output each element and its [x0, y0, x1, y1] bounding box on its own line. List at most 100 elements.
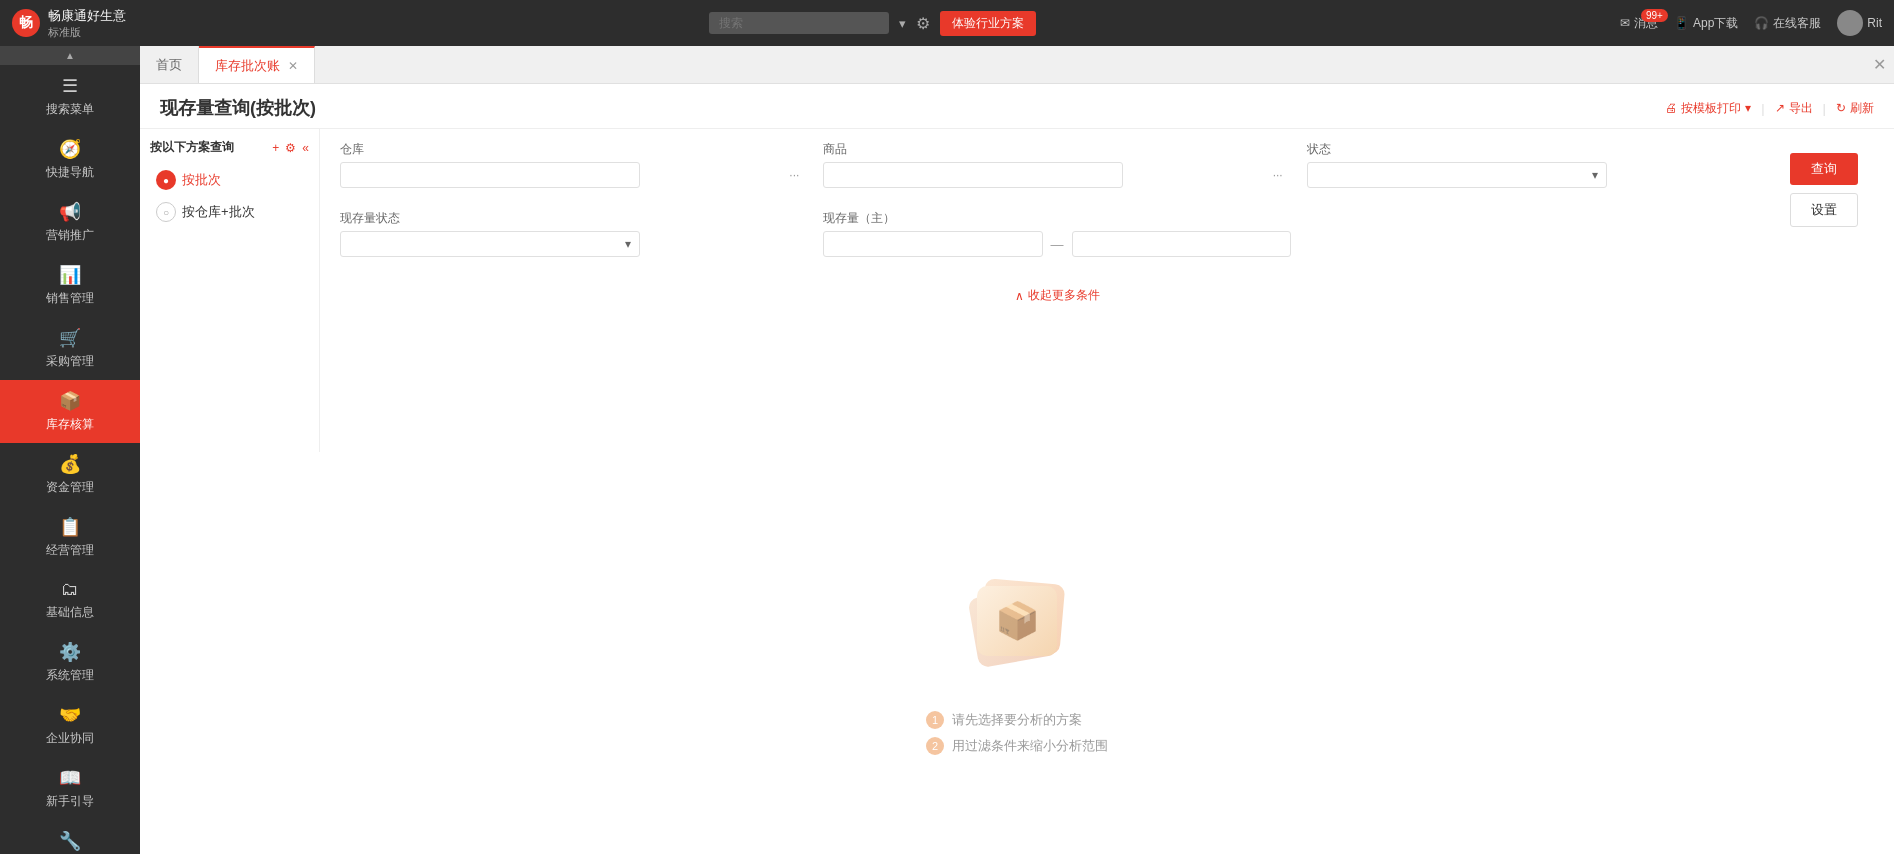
print-label: 按模板打印 — [1681, 100, 1741, 117]
warehouse-more-icon[interactable]: ··· — [789, 168, 799, 182]
export-label: 导出 — [1789, 100, 1813, 117]
sidebar-item-quick[interactable]: 🧭 快捷导航 — [0, 128, 140, 191]
scheme-item-batch[interactable]: ● 按批次 — [140, 164, 319, 196]
tip-text-2: 用过滤条件来缩小分析范围 — [952, 737, 1108, 755]
sidebar-item-marketing[interactable]: 📢 营销推广 — [0, 191, 140, 254]
refresh-button[interactable]: ↻ 刷新 — [1836, 100, 1874, 117]
avatar — [1837, 10, 1863, 36]
filter-group-inventory-qty: 现存量（主） — — [823, 210, 1290, 257]
user-profile-button[interactable]: Rit — [1837, 10, 1882, 36]
trial-button[interactable]: 体验行业方案 — [940, 11, 1036, 36]
sidebar-item-newbie[interactable]: 📖 新手引导 — [0, 757, 140, 820]
basic-icon: 🗂 — [61, 579, 79, 600]
print-button[interactable]: 🖨 按模板打印 ▾ — [1665, 100, 1751, 117]
inventory-qty-max[interactable] — [1072, 231, 1291, 257]
sidebar-label-quick: 快捷导航 — [46, 164, 94, 181]
scheme-item-warehouse-batch[interactable]: ○ 按仓库+批次 — [140, 196, 319, 228]
empty-tip-2: 2 用过滤条件来缩小分析范围 — [926, 737, 1108, 755]
sidebar-item-system[interactable]: ⚙️ 系统管理 — [0, 631, 140, 694]
scheme-batch-label: 按批次 — [182, 171, 221, 189]
filter-right-area: 仓库 ··· 商品 — [320, 129, 1894, 452]
content-area: 首页 库存批次账 ✕ ✕ 现存量查询(按批次) 🖨 按模板打印 ▾ | — [140, 46, 1894, 854]
tip-num-1: 1 — [926, 711, 944, 729]
filter-row-1: 仓库 ··· 商品 — [340, 141, 1774, 188]
finance-icon: 💰 — [59, 453, 81, 475]
settings-button[interactable]: 设置 — [1790, 193, 1858, 227]
sidebar-label-search: 搜索菜单 — [46, 101, 94, 118]
online-service-button[interactable]: 🎧 在线客服 — [1754, 15, 1821, 32]
main-layout: ▲ ☰ 搜索菜单 🧭 快捷导航 📢 营销推广 📊 销售管理 🛒 采购管理 📦 库… — [0, 46, 1894, 854]
sidebar-item-enterprise[interactable]: 🤝 企业协同 — [0, 694, 140, 757]
close-all-tabs-icon[interactable]: ✕ — [1873, 55, 1886, 74]
scheme-header-icons: + ⚙ « — [272, 141, 309, 155]
app-download-icon: 📱 — [1674, 16, 1689, 30]
search-input[interactable] — [709, 12, 889, 34]
inventory-qty-dash: — — [1051, 237, 1064, 252]
sidebar-item-purchase[interactable]: 🛒 采购管理 — [0, 317, 140, 380]
message-icon: ✉ — [1620, 16, 1630, 30]
product-label: 商品 — [823, 141, 1290, 158]
sidebar-label-newbie: 新手引导 — [46, 793, 94, 810]
action-col: 查询 设置 — [1774, 141, 1874, 239]
page-content: 现存量查询(按批次) 🖨 按模板打印 ▾ | ↗ 导出 | ↻ — [140, 84, 1894, 854]
status-select[interactable]: ▾ — [1307, 162, 1607, 188]
operation-icon: 📋 — [59, 516, 81, 538]
tab-batch-close-icon[interactable]: ✕ — [288, 59, 298, 73]
refresh-label: 刷新 — [1850, 100, 1874, 117]
tab-batch[interactable]: 库存批次账 ✕ — [199, 46, 315, 83]
collapse-icon: ∧ — [1015, 289, 1024, 303]
collapse-label: 收起更多条件 — [1028, 287, 1100, 304]
app-download-button[interactable]: 📱 App下载 — [1674, 15, 1738, 32]
warehouse-batch-scheme-icon: ○ — [156, 202, 176, 222]
sidebar-item-sales[interactable]: 📊 销售管理 — [0, 254, 140, 317]
sidebar-item-finance[interactable]: 💰 资金管理 — [0, 443, 140, 506]
sidebar-item-search[interactable]: ☰ 搜索菜单 — [0, 65, 140, 128]
inventory-qty-min[interactable] — [823, 231, 1042, 257]
topbar-gear-icon[interactable]: ⚙ — [916, 14, 930, 33]
print-icon: 🖨 — [1665, 101, 1677, 115]
export-button[interactable]: ↗ 导出 — [1775, 100, 1813, 117]
inventory-status-select[interactable]: ▾ — [340, 231, 640, 257]
sidebar-label-system: 系统管理 — [46, 667, 94, 684]
tab-batch-label: 库存批次账 — [215, 57, 280, 75]
status-label: 状态 — [1307, 141, 1774, 158]
app-version: 标准版 — [48, 25, 126, 40]
sales-icon: 📊 — [59, 264, 81, 286]
batch-scheme-icon: ● — [156, 170, 176, 190]
app-info: 畅康通好生意 标准版 — [48, 7, 126, 40]
product-input[interactable] — [823, 162, 1123, 188]
sidebar-scroll-up[interactable]: ▲ — [0, 46, 140, 65]
user-name: Rit — [1867, 16, 1882, 30]
sidebar-item-basic[interactable]: 🗂 基础信息 — [0, 569, 140, 631]
page-title: 现存量查询(按批次) — [160, 96, 316, 120]
warehouse-input[interactable] — [340, 162, 640, 188]
page-header-actions: 🖨 按模板打印 ▾ | ↗ 导出 | ↻ 刷新 — [1665, 100, 1874, 117]
sidebar-item-operation[interactable]: 📋 经营管理 — [0, 506, 140, 569]
product-more-icon[interactable]: ··· — [1273, 168, 1283, 182]
app-name: 畅康通好生意 — [48, 7, 126, 25]
sidebar-label-enterprise: 企业协同 — [46, 730, 94, 747]
sidebar-item-inventory[interactable]: 📦 库存核算 — [0, 380, 140, 443]
sidebar-item-appstore[interactable]: 🔧 应用中心 — [0, 820, 140, 854]
collapse-more-btn[interactable]: ∧ 收起更多条件 — [340, 279, 1774, 312]
print-dropdown-icon[interactable]: ▾ — [1745, 101, 1751, 115]
message-button[interactable]: ✉ 消息 99+ — [1620, 15, 1658, 32]
divider1: | — [1761, 101, 1764, 116]
query-button[interactable]: 查询 — [1790, 153, 1858, 185]
search-menu-icon: ☰ — [62, 75, 78, 97]
topbar-left: 畅 畅康通好生意 标准版 — [12, 7, 126, 40]
filter-section: 按以下方案查询 + ⚙ « ● 按批次 ○ 按仓库+批次 — [140, 129, 1894, 452]
tab-home[interactable]: 首页 — [140, 46, 199, 83]
marketing-icon: 📢 — [59, 201, 81, 223]
inventory-icon: 📦 — [59, 390, 81, 412]
online-service-label: 在线客服 — [1773, 15, 1821, 32]
scheme-header: 按以下方案查询 + ⚙ « — [140, 139, 319, 164]
scheme-collapse-icon[interactable]: « — [302, 141, 309, 155]
sidebar-label-marketing: 营销推广 — [46, 227, 94, 244]
scheme-settings-icon[interactable]: ⚙ — [285, 141, 296, 155]
system-icon: ⚙️ — [59, 641, 81, 663]
search-dropdown-icon[interactable]: ▾ — [899, 16, 906, 31]
filter-rows-area: 仓库 ··· 商品 — [320, 129, 1894, 452]
message-badge: 99+ — [1641, 9, 1668, 22]
add-scheme-icon[interactable]: + — [272, 141, 279, 155]
